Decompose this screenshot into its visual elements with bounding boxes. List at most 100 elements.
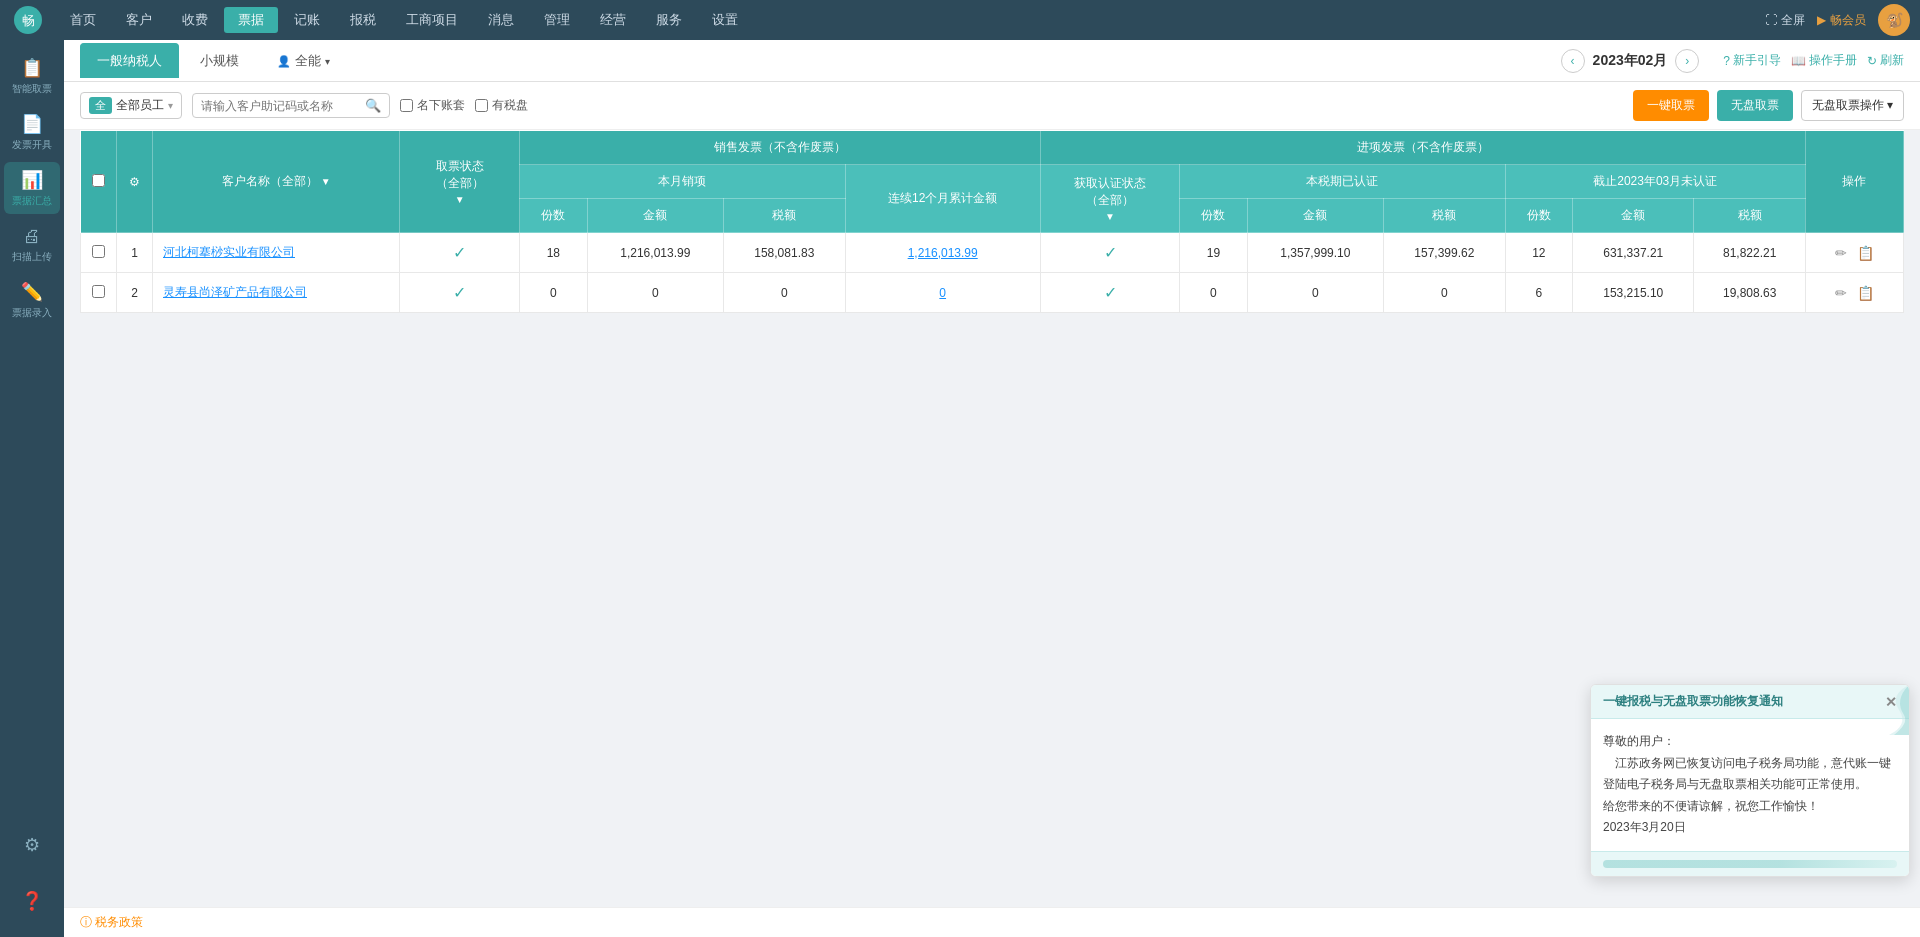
- employee-selector[interactable]: 全 全部员工 ▾: [80, 92, 182, 119]
- invoice-summary-icon: 📊: [21, 169, 43, 191]
- row2-name[interactable]: 灵寿县尚泽矿产品有限公司: [153, 273, 400, 313]
- tab-all[interactable]: 👤 全能 ▾: [260, 43, 347, 78]
- check-circle-icon: ✓: [453, 244, 466, 261]
- th-uncertified: 截止2023年03月未认证: [1505, 165, 1805, 199]
- row1-cumulative[interactable]: 1,216,013.99: [845, 233, 1040, 273]
- nav-home[interactable]: 首页: [56, 7, 110, 33]
- sidebar-item-invoice-entry[interactable]: ✏️ 票据录入: [4, 274, 60, 326]
- book-icon: 📖: [1791, 54, 1806, 68]
- filter-icon-cert[interactable]: ▼: [1105, 211, 1115, 222]
- has-tax-disk-check[interactable]: [475, 99, 488, 112]
- fullscreen-button[interactable]: ⛶ 全屏: [1765, 12, 1805, 29]
- new-guide-button[interactable]: ? 新手引导: [1723, 52, 1781, 69]
- svg-text:畅: 畅: [22, 13, 35, 28]
- scan-upload-icon: 🖨: [23, 226, 41, 247]
- notification-close-button[interactable]: ✕: [1885, 694, 1897, 710]
- nav-settings[interactable]: 设置: [698, 7, 752, 33]
- refresh-button[interactable]: ↻ 刷新: [1867, 52, 1904, 69]
- sidebar-item-help[interactable]: ❓: [4, 875, 60, 927]
- app-logo: 畅: [10, 2, 46, 38]
- member-label: 畅会员: [1830, 12, 1866, 29]
- employee-label: 全部员工: [116, 97, 164, 114]
- row2-cumulative[interactable]: 0: [845, 273, 1040, 313]
- notification-title: 一键报税与无盘取票功能恢复通知: [1603, 693, 1783, 710]
- member-button[interactable]: ▶ 畅会员: [1817, 12, 1866, 29]
- user-avatar[interactable]: 🐒: [1878, 4, 1910, 36]
- top-right-actions: ⛶ 全屏 ▶ 畅会员 🐒: [1765, 4, 1910, 36]
- row1-cert-status: ✓: [1040, 233, 1179, 273]
- help-icon: ❓: [21, 890, 43, 912]
- search-box: 🔍: [192, 93, 390, 118]
- th-month-sales: 本月销项: [520, 165, 845, 199]
- row2-sales-count: 0: [520, 273, 587, 313]
- next-month-button[interactable]: ›: [1675, 49, 1699, 73]
- refresh-icon: ↻: [1867, 54, 1877, 68]
- date-navigation: ‹ 2023年02月 ›: [1561, 49, 1700, 73]
- one-click-ticket-button[interactable]: 一键取票: [1633, 90, 1709, 121]
- no-disk-ops-button[interactable]: 无盘取票操作 ▾: [1801, 90, 1904, 121]
- name-account-check[interactable]: [400, 99, 413, 112]
- search-icon[interactable]: 🔍: [365, 98, 381, 113]
- question-icon: ?: [1723, 54, 1730, 68]
- sidebar-item-label-scan-upload: 扫描上传: [12, 251, 52, 263]
- notification-header: 一键报税与无盘取票功能恢复通知 ✕: [1591, 685, 1909, 719]
- edit-icon[interactable]: ✏: [1835, 245, 1847, 261]
- fullscreen-label: 全屏: [1781, 12, 1805, 29]
- nav-management[interactable]: 管理: [530, 7, 584, 33]
- nav-messages[interactable]: 消息: [474, 7, 528, 33]
- row2-sales-amount: 0: [587, 273, 723, 313]
- play-icon: ▶: [1817, 13, 1826, 27]
- sidebar-item-invoice-issue[interactable]: 📄 发票开具: [4, 106, 60, 158]
- name-account-checkbox[interactable]: 名下账套: [400, 97, 465, 114]
- sidebar-item-scan-upload[interactable]: 🖨 扫描上传: [4, 218, 60, 270]
- prev-month-button[interactable]: ‹: [1561, 49, 1585, 73]
- has-tax-disk-checkbox[interactable]: 有税盘: [475, 97, 528, 114]
- settings-icon: ⚙: [24, 834, 40, 856]
- settings-icon-th[interactable]: ⚙: [129, 175, 140, 189]
- row1-sales-amount: 1,216,013.99: [587, 233, 723, 273]
- sidebar-item-smart-ticket[interactable]: 📋 智能取票: [4, 50, 60, 102]
- th-index: ⚙: [117, 131, 153, 233]
- row1-purchase-amount: 1,357,999.10: [1247, 233, 1383, 273]
- table-row: 2 灵寿县尚泽矿产品有限公司 ✓ 0 0 0 0 ✓: [81, 273, 1904, 313]
- tab-bar: 一般纳税人 小规模 👤 全能 ▾ ‹ 2023年02月 › ? 新手引导 📖 操…: [64, 40, 1920, 82]
- th-purchase-count: 份数: [1180, 199, 1247, 233]
- view-icon[interactable]: 📋: [1857, 245, 1874, 261]
- all-tag: 全: [89, 97, 112, 114]
- nav-operations[interactable]: 经营: [586, 7, 640, 33]
- nav-tickets[interactable]: 票据: [224, 7, 278, 33]
- row1-name[interactable]: 河北柯搴桫实业有限公司: [153, 233, 400, 273]
- top-navigation: 畅 首页 客户 收费 票据 记账 报税 工商项目 消息 管理 经营 服务 设置 …: [0, 0, 1920, 40]
- nav-services[interactable]: 服务: [642, 7, 696, 33]
- row1-checkbox[interactable]: [81, 233, 117, 273]
- nav-tax[interactable]: 报税: [336, 7, 390, 33]
- row1-sales-tax: 158,081.83: [724, 233, 845, 273]
- th-sales-tax: 税额: [724, 199, 845, 233]
- row2-uncert-count: 6: [1505, 273, 1572, 313]
- nav-bookkeeping[interactable]: 记账: [280, 7, 334, 33]
- row2-checkbox[interactable]: [81, 273, 117, 313]
- toolbar-right-actions: 一键取票 无盘取票 无盘取票操作 ▾: [1633, 90, 1904, 121]
- nav-customers[interactable]: 客户: [112, 7, 166, 33]
- manual-button[interactable]: 📖 操作手册: [1791, 52, 1857, 69]
- page-actions: ? 新手引导 📖 操作手册 ↻ 刷新: [1723, 52, 1904, 69]
- search-input[interactable]: [201, 99, 361, 113]
- filter-icon-name[interactable]: ▼: [321, 176, 331, 187]
- tab-general-taxpayer[interactable]: 一般纳税人: [80, 43, 179, 78]
- edit-icon2[interactable]: ✏: [1835, 285, 1847, 301]
- no-disk-ticket-button[interactable]: 无盘取票: [1717, 90, 1793, 121]
- row2-ticket-status: ✓: [400, 273, 520, 313]
- filter-icon-status[interactable]: ▼: [455, 194, 465, 205]
- nav-business[interactable]: 工商项目: [392, 7, 472, 33]
- th-uncert-tax: 税额: [1694, 199, 1805, 233]
- view-icon2[interactable]: 📋: [1857, 285, 1874, 301]
- notification-scroll[interactable]: 尊敬的用户： 江苏政务网已恢复访问电子税务局功能，意代账一键登陆电子税务局与无盘…: [1591, 719, 1909, 851]
- tab-small-scale[interactable]: 小规模: [183, 43, 256, 78]
- select-all-checkbox[interactable]: [92, 174, 105, 187]
- nav-fees[interactable]: 收费: [168, 7, 222, 33]
- tax-policy-link[interactable]: ⓘ 税务政策: [80, 914, 143, 931]
- row1-actions: ✏ 📋: [1805, 233, 1903, 273]
- row2-index: 2: [117, 273, 153, 313]
- sidebar-item-settings[interactable]: ⚙: [4, 819, 60, 871]
- sidebar-item-invoice-summary[interactable]: 📊 票据汇总: [4, 162, 60, 214]
